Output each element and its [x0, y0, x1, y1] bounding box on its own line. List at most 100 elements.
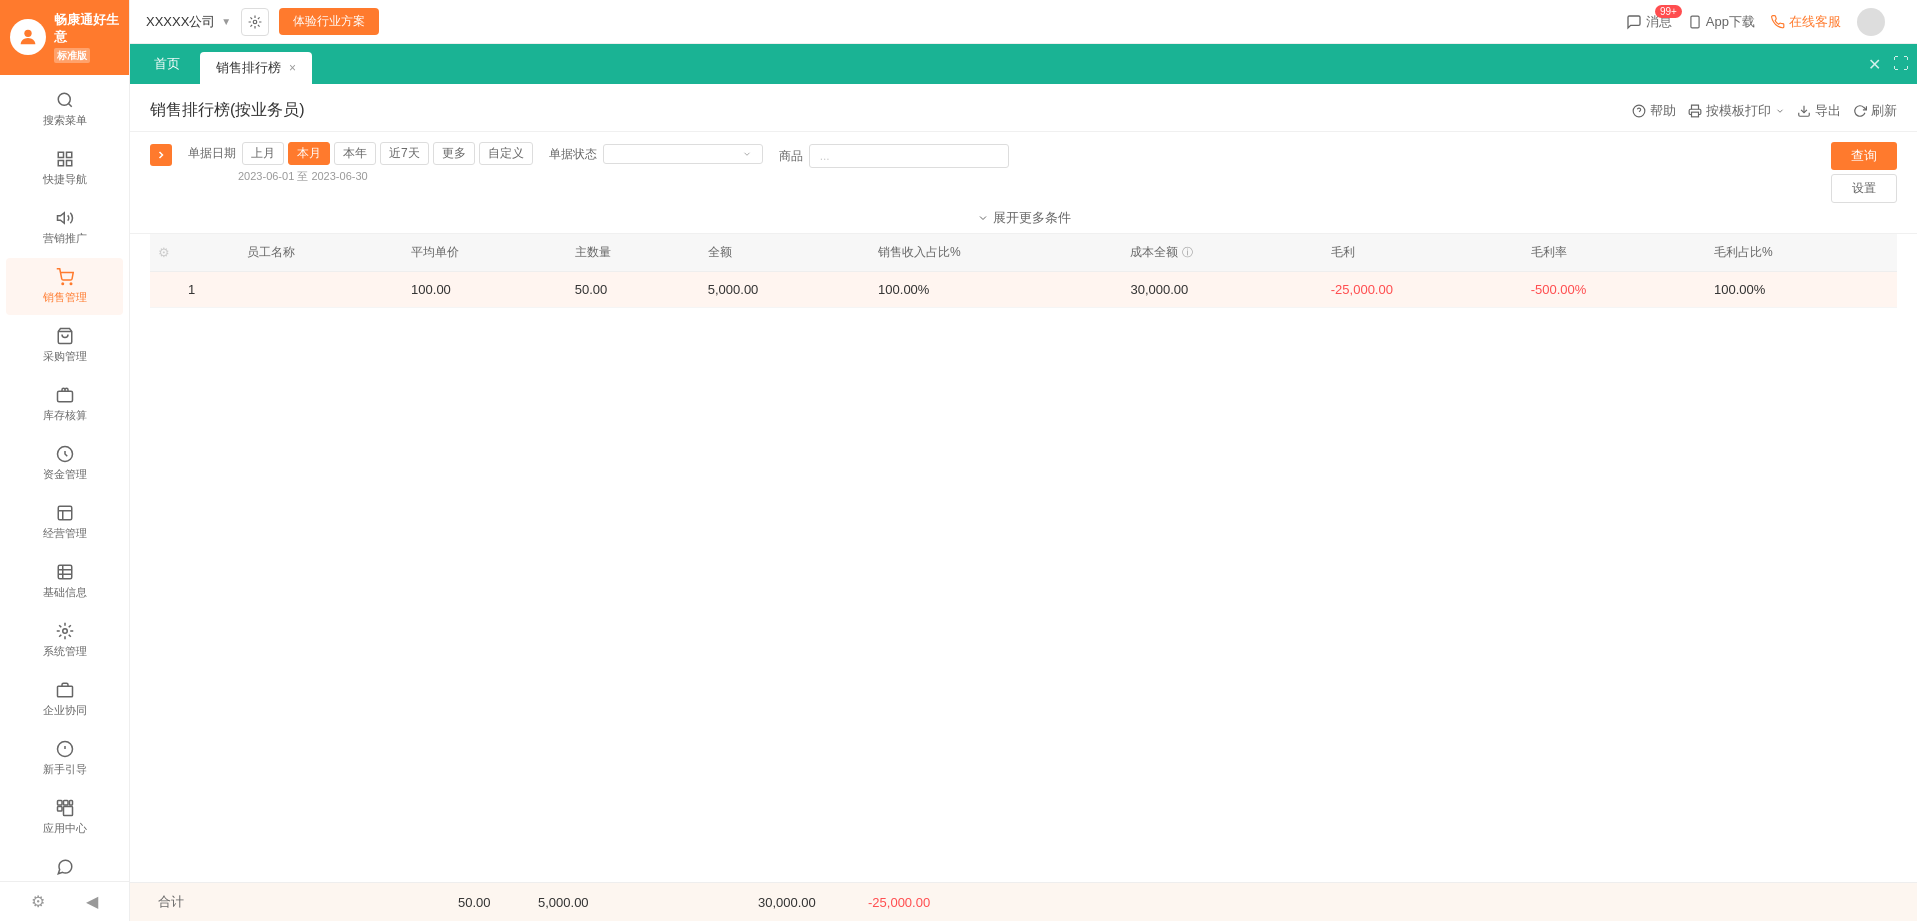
logo-icon	[10, 19, 46, 55]
query-btn[interactable]: 查询	[1831, 142, 1897, 170]
svg-point-1	[58, 93, 70, 105]
user-avatar[interactable]	[1857, 8, 1885, 36]
table-footer: 合计 50.00 5,000.00 30,000.00 -25,000.00	[130, 882, 1917, 921]
svg-rect-5	[58, 160, 63, 165]
sidebar-logo-text: 畅康通好生意 标准版	[54, 12, 119, 63]
print-btn[interactable]: 按模板打印	[1688, 102, 1785, 120]
date-btn-this-year[interactable]: 本年	[334, 142, 376, 165]
col-avg-price-header: 平均单价	[403, 234, 567, 272]
col-qty-header: 主数量	[567, 234, 700, 272]
table-body: 1 100.00 50.00 5,000.00 100.00% 30,000.0…	[150, 272, 1897, 308]
sidebar-item-inventory[interactable]: 库存核算	[6, 376, 123, 433]
topbar-settings-btn[interactable]	[241, 8, 269, 36]
message-badge: 99+	[1655, 5, 1682, 18]
row-sales-pct-cell: 100.00%	[870, 272, 1122, 308]
tab-sales-ranking[interactable]: 销售排行榜 ×	[200, 52, 312, 84]
svg-rect-16	[57, 686, 72, 697]
col-cost-header: 成本全额 ⓘ	[1122, 234, 1322, 272]
date-btn-7days[interactable]: 近7天	[380, 142, 429, 165]
sidebar-item-shortcut[interactable]: 快捷导航	[6, 140, 123, 197]
expand-icon	[977, 212, 989, 224]
sidebar-item-finance[interactable]: 资金管理	[6, 435, 123, 492]
sidebar-nav: 搜索菜单 快捷导航 营销推广 销售管理 采购管理 库存核算 资金	[0, 75, 129, 881]
svg-point-24	[254, 20, 258, 24]
date-label: 单据日期	[188, 145, 236, 162]
sidebar-footer: ⚙ ◀	[0, 881, 129, 921]
date-btn-this-month[interactable]: 本月	[288, 142, 330, 165]
status-select-arrow	[742, 149, 752, 159]
tab-close-btn[interactable]: ×	[289, 61, 296, 75]
column-settings-icon[interactable]: ⚙	[158, 245, 170, 260]
maximize-btn[interactable]: ⛶	[1893, 55, 1909, 74]
date-btn-prev-month[interactable]: 上月	[242, 142, 284, 165]
sidebar-item-system[interactable]: 系统管理	[6, 612, 123, 669]
data-table: ⚙ 员工名称 平均单价 主数量 全额 销售收入占比% 成本全额 ⓘ 毛利	[150, 234, 1897, 308]
col-sales-pct-header: 销售收入占比%	[870, 234, 1122, 272]
table-header: ⚙ 员工名称 平均单价 主数量 全额 销售收入占比% 成本全额 ⓘ 毛利	[150, 234, 1897, 272]
col-gross-pct-header: 毛利占比%	[1706, 234, 1897, 272]
trial-btn[interactable]: 体验行业方案	[279, 8, 379, 35]
row-settings-cell	[150, 272, 180, 308]
export-btn[interactable]: 导出	[1797, 102, 1841, 120]
minimize-btn[interactable]: ✕	[1868, 55, 1881, 74]
sidebar-item-apps[interactable]: 应用中心	[6, 789, 123, 846]
col-rank-header	[180, 234, 239, 272]
expand-more-btn[interactable]: 展开更多条件	[977, 209, 1071, 227]
svg-rect-25	[1691, 16, 1699, 28]
svg-rect-3	[58, 152, 63, 157]
company-selector[interactable]: XXXXX公司 ▼	[146, 13, 231, 31]
date-btn-more[interactable]: 更多	[433, 142, 475, 165]
svg-point-0	[24, 30, 31, 37]
message-btn[interactable]: 消息 99+	[1626, 13, 1672, 31]
svg-rect-13	[58, 506, 72, 520]
sidebar-item-guide[interactable]: 新手引导	[6, 730, 123, 787]
filter-collapse-btn[interactable]	[150, 144, 172, 166]
svg-rect-28	[1692, 112, 1699, 117]
sidebar: 畅康通好生意 标准版 搜索菜单 快捷导航 营销推广 销售管理 采购管理	[0, 0, 130, 921]
footer-avg-price	[358, 895, 458, 910]
page-actions: 帮助 按模板打印 导出 刷新	[1632, 102, 1897, 120]
window-controls: ✕ ⛶	[1868, 55, 1909, 74]
footer-gross: -25,000.00	[868, 895, 968, 910]
filter-area: 单据日期 上月 本月 本年 近7天 更多 自定义 2023-06-01 至 20…	[130, 132, 1917, 234]
svg-rect-22	[63, 806, 72, 815]
goods-select[interactable]: ...	[809, 144, 1009, 168]
sidebar-item-wechat[interactable]: 企业微信	[6, 848, 123, 881]
row-qty-cell: 50.00	[567, 272, 700, 308]
date-filter: 单据日期 上月 本月 本年 近7天 更多 自定义 2023-06-01 至 20…	[188, 142, 533, 184]
date-btn-custom[interactable]: 自定义	[479, 142, 533, 165]
sidebar-item-sales[interactable]: 销售管理	[6, 258, 123, 315]
sidebar-item-enterprise[interactable]: 企业协同	[6, 671, 123, 728]
svg-rect-4	[66, 152, 71, 157]
sidebar-collapse-btn[interactable]: ◀	[86, 892, 98, 911]
sidebar-item-basic[interactable]: 基础信息	[6, 553, 123, 610]
main-content: XXXXX公司 ▼ 体验行业方案 消息 99+ App下载 在线客服	[130, 0, 1917, 921]
sidebar-item-marketing[interactable]: 营销推广	[6, 199, 123, 256]
sidebar-item-operations[interactable]: 经营管理	[6, 494, 123, 551]
row-cost-cell: 30,000.00	[1122, 272, 1322, 308]
sidebar-item-search[interactable]: 搜索菜单	[6, 81, 123, 138]
refresh-btn[interactable]: 刷新	[1853, 102, 1897, 120]
row-avg-price-cell: 100.00	[403, 272, 567, 308]
sidebar-settings-btn[interactable]: ⚙	[31, 892, 45, 911]
footer-sales-pct	[638, 895, 758, 910]
help-btn[interactable]: 帮助	[1632, 102, 1676, 120]
app-download-btn[interactable]: App下载	[1688, 13, 1755, 31]
tabbar: 首页 销售排行榜 × ✕ ⛶	[130, 44, 1917, 84]
date-filter-row: 单据日期 上月 本月 本年 近7天 更多 自定义	[188, 142, 533, 165]
row-rank-cell: 1	[180, 272, 239, 308]
sidebar-item-purchase[interactable]: 采购管理	[6, 317, 123, 374]
table-row: 1 100.00 50.00 5,000.00 100.00% 30,000.0…	[150, 272, 1897, 308]
status-select[interactable]	[603, 144, 763, 164]
tab-home[interactable]: 首页	[138, 44, 196, 84]
date-btn-group: 上月 本月 本年 近7天 更多 自定义	[242, 142, 533, 165]
svg-rect-18	[57, 800, 62, 805]
online-service-btn[interactable]: 在线客服	[1771, 13, 1841, 31]
svg-point-8	[62, 283, 64, 285]
footer-cells: 50.00 5,000.00 30,000.00 -25,000.00	[358, 895, 1889, 910]
settings-btn[interactable]: 设置	[1831, 174, 1897, 203]
filter-main-row: 单据日期 上月 本月 本年 近7天 更多 自定义 2023-06-01 至 20…	[150, 142, 1897, 203]
topbar: XXXXX公司 ▼ 体验行业方案 消息 99+ App下载 在线客服	[130, 0, 1917, 44]
svg-point-15	[62, 629, 67, 634]
col-gross-header: 毛利	[1323, 234, 1523, 272]
